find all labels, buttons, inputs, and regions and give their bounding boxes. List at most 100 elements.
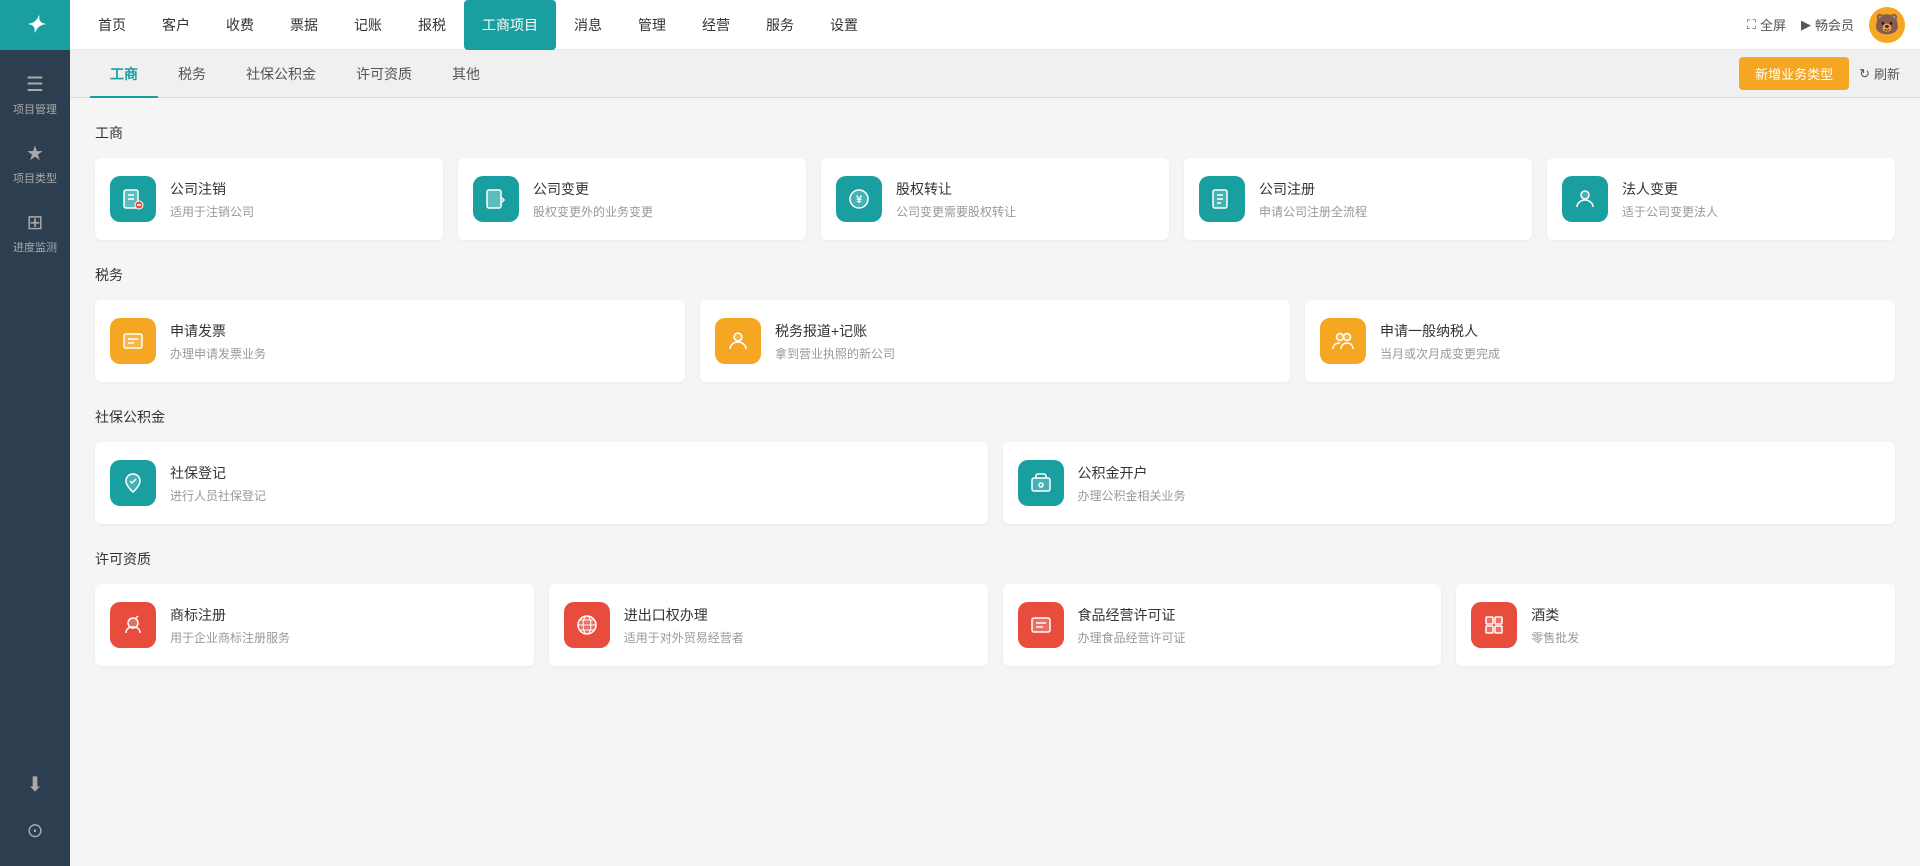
service-card-公积金开户[interactable]: 公积金开户 办理公积金相关业务 <box>1003 442 1896 524</box>
sidebar-bottom-item-location[interactable]: ⊙ <box>19 810 52 851</box>
service-card-申请一般纳税人[interactable]: 申请一般纳税人 当月或次月成变更完成 <box>1305 300 1895 382</box>
service-card-食品经营许可证[interactable]: 食品经营许可证 办理食品经营许可证 <box>1003 584 1442 666</box>
sidebar-bottom: ⬇⊙ <box>19 764 52 866</box>
card-title: 公司注册 <box>1259 179 1367 199</box>
tab-actions: 新增业务类型 ↻ 刷新 <box>1739 57 1900 90</box>
nav-item-管理[interactable]: 管理 <box>620 0 684 50</box>
card-text-法人变更: 法人变更 适于公司变更法人 <box>1622 179 1718 220</box>
sidebar-bottom-item-download[interactable]: ⬇ <box>19 764 52 805</box>
service-card-公司变更[interactable]: 公司变更 股权变更外的业务变更 <box>458 158 806 240</box>
sidebar-icon-1: ★ <box>26 141 44 166</box>
card-icon-公积金开户 <box>1018 460 1064 506</box>
service-card-酒类[interactable]: 酒类 零售批发 <box>1456 584 1895 666</box>
card-text-申请一般纳税人: 申请一般纳税人 当月或次月成变更完成 <box>1380 321 1500 362</box>
card-desc: 适用于注销公司 <box>170 203 254 220</box>
card-icon-进出口权办理 <box>564 602 610 648</box>
nav-item-设置[interactable]: 设置 <box>812 0 876 50</box>
card-icon-申请发票 <box>110 318 156 364</box>
card-text-公司注销: 公司注销 适用于注销公司 <box>170 179 254 220</box>
nav-item-客户[interactable]: 客户 <box>144 0 208 50</box>
card-title: 法人变更 <box>1622 179 1718 199</box>
card-text-进出口权办理: 进出口权办理 适用于对外贸易经营者 <box>624 605 744 646</box>
service-card-进出口权办理[interactable]: 进出口权办理 适用于对外贸易经营者 <box>549 584 988 666</box>
card-text-公积金开户: 公积金开户 办理公积金相关业务 <box>1078 463 1186 504</box>
service-card-税务报道+记账[interactable]: 税务报道+记账 拿到营业执照的新公司 <box>700 300 1290 382</box>
card-icon-商标注册 <box>110 602 156 648</box>
fullscreen-icon: ⛶ <box>1747 17 1756 33</box>
card-desc: 零售批发 <box>1531 629 1579 646</box>
sidebar-label-2: 进度监测 <box>13 239 57 255</box>
card-icon-社保登记 <box>110 460 156 506</box>
nav-item-消息[interactable]: 消息 <box>556 0 620 50</box>
nav-item-报税[interactable]: 报税 <box>400 0 464 50</box>
nav-item-服务[interactable]: 服务 <box>748 0 812 50</box>
logo-icon: ✦ <box>26 12 44 38</box>
sidebar: ☰项目管理★项目类型⊞进度监测⬇⊙ <box>0 50 70 866</box>
card-icon-公司注册 <box>1199 176 1245 222</box>
sidebar-item-1[interactable]: ★项目类型 <box>0 129 70 198</box>
tab-许可资质[interactable]: 许可资质 <box>336 50 432 98</box>
card-grid-shuiwu: 申请发票 办理申请发票业务 税务报道+记账 拿到营业执照的新公司 申请一般纳税人… <box>95 300 1895 382</box>
card-title: 商标注册 <box>170 605 290 625</box>
top-nav: ✦ 首页客户收费票据记账报税工商项目消息管理经营服务设置 ⛶ 全屏 ▶ 畅会员 … <box>0 0 1920 50</box>
svg-text:¥: ¥ <box>856 194 863 206</box>
nav-item-收费[interactable]: 收费 <box>208 0 272 50</box>
nav-item-经营[interactable]: 经营 <box>684 0 748 50</box>
fullscreen-label: 全屏 <box>1760 15 1786 34</box>
nav-item-票据[interactable]: 票据 <box>272 0 336 50</box>
refresh-button[interactable]: ↻ 刷新 <box>1859 64 1900 83</box>
vip-button[interactable]: ▶ 畅会员 <box>1801 15 1854 34</box>
card-icon-申请一般纳税人 <box>1320 318 1366 364</box>
service-card-法人变更[interactable]: 法人变更 适于公司变更法人 <box>1547 158 1895 240</box>
tab-税务[interactable]: 税务 <box>158 50 226 98</box>
card-icon-公司注销 <box>110 176 156 222</box>
sidebar-item-0[interactable]: ☰ 项目管理 <box>0 60 70 129</box>
sidebar-label-0: 项目管理 <box>13 101 57 117</box>
tab-社保公积金[interactable]: 社保公积金 <box>226 50 336 98</box>
service-card-申请发票[interactable]: 申请发票 办理申请发票业务 <box>95 300 685 382</box>
card-desc: 拿到营业执照的新公司 <box>775 345 895 362</box>
refresh-icon: ↻ <box>1859 66 1870 82</box>
card-desc: 申请公司注册全流程 <box>1259 203 1367 220</box>
card-title: 申请发票 <box>170 321 266 341</box>
sidebar-icon-0: ☰ <box>26 72 44 97</box>
fullscreen-button[interactable]: ⛶ 全屏 <box>1747 15 1786 34</box>
tab-其他[interactable]: 其他 <box>432 50 500 98</box>
card-desc: 办理公积金相关业务 <box>1078 487 1186 504</box>
service-card-公司注册[interactable]: 公司注册 申请公司注册全流程 <box>1184 158 1532 240</box>
nav-item-记账[interactable]: 记账 <box>336 0 400 50</box>
card-desc: 办理食品经营许可证 <box>1078 629 1186 646</box>
service-card-商标注册[interactable]: 商标注册 用于企业商标注册服务 <box>95 584 534 666</box>
card-grid-xuke: 商标注册 用于企业商标注册服务 进出口权办理 适用于对外贸易经营者 食品经营许可… <box>95 584 1895 666</box>
tab-工商[interactable]: 工商 <box>90 50 158 98</box>
card-text-酒类: 酒类 零售批发 <box>1531 605 1579 646</box>
card-icon-酒类 <box>1471 602 1517 648</box>
card-desc: 用于企业商标注册服务 <box>170 629 290 646</box>
sidebar-item-2[interactable]: ⊞ 进度监测 <box>0 198 70 267</box>
nav-item-工商项目[interactable]: 工商项目 <box>464 0 556 50</box>
logo-area: ✦ <box>0 0 70 50</box>
main-layout: ☰项目管理★项目类型⊞进度监测⬇⊙ 工商税务社保公积金许可资质其他 新增业务类型… <box>0 50 1920 866</box>
card-title: 税务报道+记账 <box>775 321 895 341</box>
section-title-shuiwu: 税务 <box>95 265 1895 285</box>
card-title: 公积金开户 <box>1078 463 1186 483</box>
nav-item-首页[interactable]: 首页 <box>80 0 144 50</box>
card-desc: 当月或次月成变更完成 <box>1380 345 1500 362</box>
section-title-shebao: 社保公积金 <box>95 407 1895 427</box>
service-card-社保登记[interactable]: 社保登记 进行人员社保登记 <box>95 442 988 524</box>
card-desc: 适于公司变更法人 <box>1622 203 1718 220</box>
card-icon-公司变更 <box>473 176 519 222</box>
card-icon-法人变更 <box>1562 176 1608 222</box>
sidebar-icon-2: ⊞ <box>27 210 44 235</box>
service-card-股权转让[interactable]: ¥ 股权转让 公司变更需要股权转让 <box>821 158 1169 240</box>
card-grid-shebao: 社保登记 进行人员社保登记 公积金开户 办理公积金相关业务 <box>95 442 1895 524</box>
card-icon-食品经营许可证 <box>1018 602 1064 648</box>
tab-bar: 工商税务社保公积金许可资质其他 新增业务类型 ↻ 刷新 <box>70 50 1920 98</box>
avatar[interactable]: 🐻 <box>1869 7 1905 43</box>
content-scroll[interactable]: 工商 公司注销 适用于注销公司 公司变更 股权变更外的业务变更 ¥ 股权转让 <box>70 98 1920 866</box>
card-icon-税务报道+记账 <box>715 318 761 364</box>
card-title: 社保登记 <box>170 463 266 483</box>
service-card-公司注销[interactable]: 公司注销 适用于注销公司 <box>95 158 443 240</box>
add-type-button[interactable]: 新增业务类型 <box>1739 57 1849 90</box>
card-text-社保登记: 社保登记 进行人员社保登记 <box>170 463 266 504</box>
